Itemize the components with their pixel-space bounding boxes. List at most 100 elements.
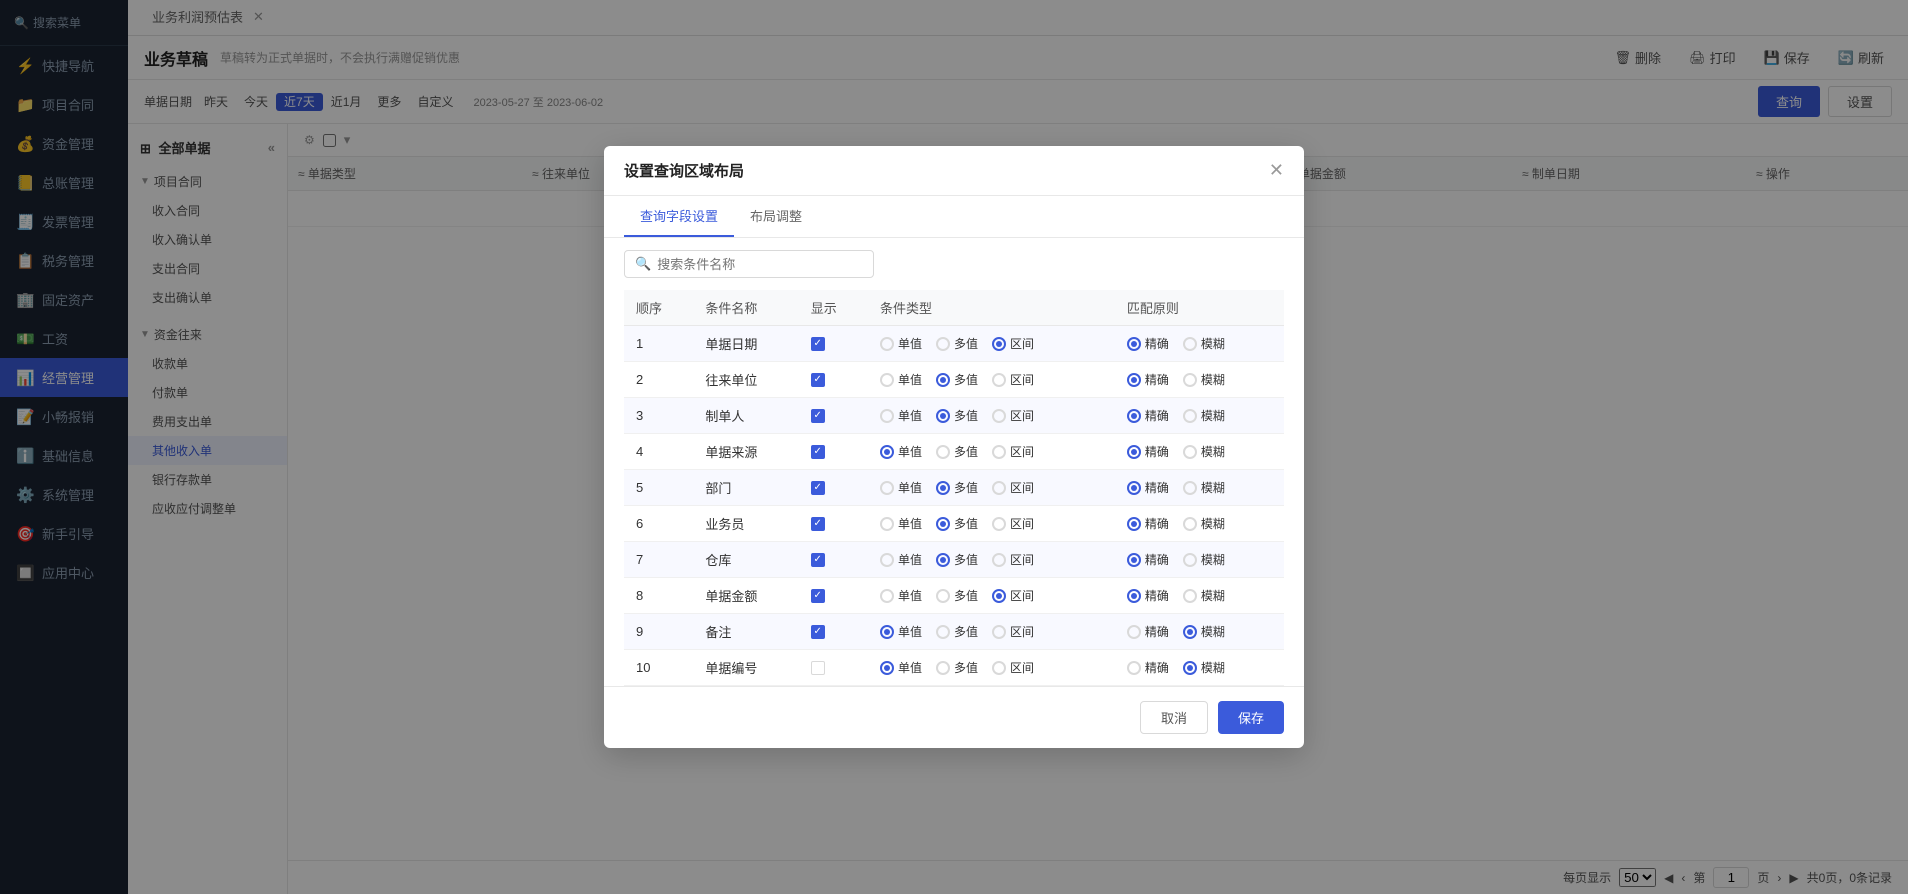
type-radio-single-2[interactable]: 单值: [880, 371, 922, 388]
type-radio-single-6[interactable]: 单值: [880, 515, 922, 532]
show-checkbox-10[interactable]: [811, 661, 825, 675]
show-checkbox-3[interactable]: ✓: [811, 409, 825, 423]
type-radio-range-1[interactable]: 区间: [992, 335, 1034, 352]
cancel-button[interactable]: 取消: [1140, 701, 1208, 734]
match-radio-fuzzy-9[interactable]: 模糊: [1183, 623, 1225, 640]
match-radio-exact-3[interactable]: 精确: [1127, 407, 1169, 424]
cell-show-7[interactable]: ✓: [799, 542, 868, 578]
cell-show-6[interactable]: ✓: [799, 506, 868, 542]
type-radio-multi-6[interactable]: 多值: [936, 515, 978, 532]
cell-match-7: 精确模糊: [1115, 542, 1284, 578]
type-radio-single-3[interactable]: 单值: [880, 407, 922, 424]
radio-circle-multi-2: [936, 373, 950, 387]
type-radio-single-7[interactable]: 单值: [880, 551, 922, 568]
cell-order-8: 8: [624, 578, 693, 614]
match-radio-fuzzy-10[interactable]: 模糊: [1183, 659, 1225, 676]
dialog-table-header: 顺序 条件名称 显示 条件类型 匹配原则: [624, 290, 1284, 326]
match-circle-exact-8: [1127, 589, 1141, 603]
match-radio-exact-7[interactable]: 精确: [1127, 551, 1169, 568]
match-radio-fuzzy-4[interactable]: 模糊: [1183, 443, 1225, 460]
type-radio-single-8[interactable]: 单值: [880, 587, 922, 604]
dialog-table: 顺序 条件名称 显示 条件类型 匹配原则 1单据日期✓单值多值区间精确模糊2往来…: [624, 290, 1284, 686]
match-radio-fuzzy-1[interactable]: 模糊: [1183, 335, 1225, 352]
type-radio-range-2[interactable]: 区间: [992, 371, 1034, 388]
match-radio-exact-2[interactable]: 精确: [1127, 371, 1169, 388]
type-radio-single-5[interactable]: 单值: [880, 479, 922, 496]
cell-show-10[interactable]: [799, 650, 868, 686]
type-radio-range-7[interactable]: 区间: [992, 551, 1034, 568]
show-checkbox-5[interactable]: ✓: [811, 481, 825, 495]
type-radio-multi-10[interactable]: 多值: [936, 659, 978, 676]
cell-show-3[interactable]: ✓: [799, 398, 868, 434]
match-radio-exact-4[interactable]: 精确: [1127, 443, 1169, 460]
cell-name-6: 业务员: [693, 506, 798, 542]
type-radio-single-4[interactable]: 单值: [880, 443, 922, 460]
match-radio-exact-10[interactable]: 精确: [1127, 659, 1169, 676]
type-radio-range-6[interactable]: 区间: [992, 515, 1034, 532]
radio-circle-range-9: [992, 625, 1006, 639]
dialog-row-9: 9备注✓单值多值区间精确模糊: [624, 614, 1284, 650]
cell-order-2: 2: [624, 362, 693, 398]
cell-show-9[interactable]: ✓: [799, 614, 868, 650]
radio-circle-multi-5: [936, 481, 950, 495]
cell-show-4[interactable]: ✓: [799, 434, 868, 470]
match-radio-exact-5[interactable]: 精确: [1127, 479, 1169, 496]
type-radio-multi-8[interactable]: 多值: [936, 587, 978, 604]
type-radio-range-4[interactable]: 区间: [992, 443, 1034, 460]
match-circle-exact-9: [1127, 625, 1141, 639]
type-radio-range-3[interactable]: 区间: [992, 407, 1034, 424]
type-radio-range-5[interactable]: 区间: [992, 479, 1034, 496]
cell-show-5[interactable]: ✓: [799, 470, 868, 506]
show-checkbox-9[interactable]: ✓: [811, 625, 825, 639]
type-radio-single-1[interactable]: 单值: [880, 335, 922, 352]
show-checkbox-8[interactable]: ✓: [811, 589, 825, 603]
type-radio-multi-4[interactable]: 多值: [936, 443, 978, 460]
match-circle-exact-6: [1127, 517, 1141, 531]
dialog-row-6: 6业务员✓单值多值区间精确模糊: [624, 506, 1284, 542]
search-conditions-input[interactable]: [657, 257, 863, 272]
type-radio-multi-3[interactable]: 多值: [936, 407, 978, 424]
match-radio-fuzzy-5[interactable]: 模糊: [1183, 479, 1225, 496]
cell-match-3: 精确模糊: [1115, 398, 1284, 434]
show-checkbox-7[interactable]: ✓: [811, 553, 825, 567]
cell-show-1[interactable]: ✓: [799, 326, 868, 362]
type-radio-multi-7[interactable]: 多值: [936, 551, 978, 568]
cell-show-2[interactable]: ✓: [799, 362, 868, 398]
match-radio-exact-9[interactable]: 精确: [1127, 623, 1169, 640]
cell-type-5: 单值多值区间: [868, 470, 1115, 506]
modal-overlay[interactable]: 设置查询区域布局 ✕ 查询字段设置 布局调整 🔍 顺序 条件名称: [0, 0, 1908, 894]
dialog-close-button[interactable]: ✕: [1269, 160, 1284, 181]
tab-layout-adjust[interactable]: 布局调整: [734, 196, 818, 237]
match-radio-exact-6[interactable]: 精确: [1127, 515, 1169, 532]
type-radio-range-10[interactable]: 区间: [992, 659, 1034, 676]
match-radio-fuzzy-7[interactable]: 模糊: [1183, 551, 1225, 568]
cell-type-1: 单值多值区间: [868, 326, 1115, 362]
match-radio-fuzzy-6[interactable]: 模糊: [1183, 515, 1225, 532]
type-radio-multi-9[interactable]: 多值: [936, 623, 978, 640]
col-order: 顺序: [624, 290, 693, 326]
match-radio-fuzzy-8[interactable]: 模糊: [1183, 587, 1225, 604]
dialog-save-button[interactable]: 保存: [1218, 701, 1284, 734]
type-radio-single-9[interactable]: 单值: [880, 623, 922, 640]
show-checkbox-2[interactable]: ✓: [811, 373, 825, 387]
match-radio-fuzzy-2[interactable]: 模糊: [1183, 371, 1225, 388]
show-checkbox-1[interactable]: ✓: [811, 337, 825, 351]
cell-show-8[interactable]: ✓: [799, 578, 868, 614]
type-radio-multi-1[interactable]: 多值: [936, 335, 978, 352]
show-checkbox-4[interactable]: ✓: [811, 445, 825, 459]
match-radio-exact-1[interactable]: 精确: [1127, 335, 1169, 352]
cell-match-5: 精确模糊: [1115, 470, 1284, 506]
tab-query-fields[interactable]: 查询字段设置: [624, 196, 734, 237]
show-checkbox-6[interactable]: ✓: [811, 517, 825, 531]
cell-match-2: 精确模糊: [1115, 362, 1284, 398]
type-radio-multi-5[interactable]: 多值: [936, 479, 978, 496]
match-radio-exact-8[interactable]: 精确: [1127, 587, 1169, 604]
cell-name-3: 制单人: [693, 398, 798, 434]
type-radio-range-8[interactable]: 区间: [992, 587, 1034, 604]
match-radio-fuzzy-3[interactable]: 模糊: [1183, 407, 1225, 424]
type-radio-multi-2[interactable]: 多值: [936, 371, 978, 388]
type-radio-range-9[interactable]: 区间: [992, 623, 1034, 640]
type-radio-single-10[interactable]: 单值: [880, 659, 922, 676]
cell-name-5: 部门: [693, 470, 798, 506]
match-circle-exact-4: [1127, 445, 1141, 459]
